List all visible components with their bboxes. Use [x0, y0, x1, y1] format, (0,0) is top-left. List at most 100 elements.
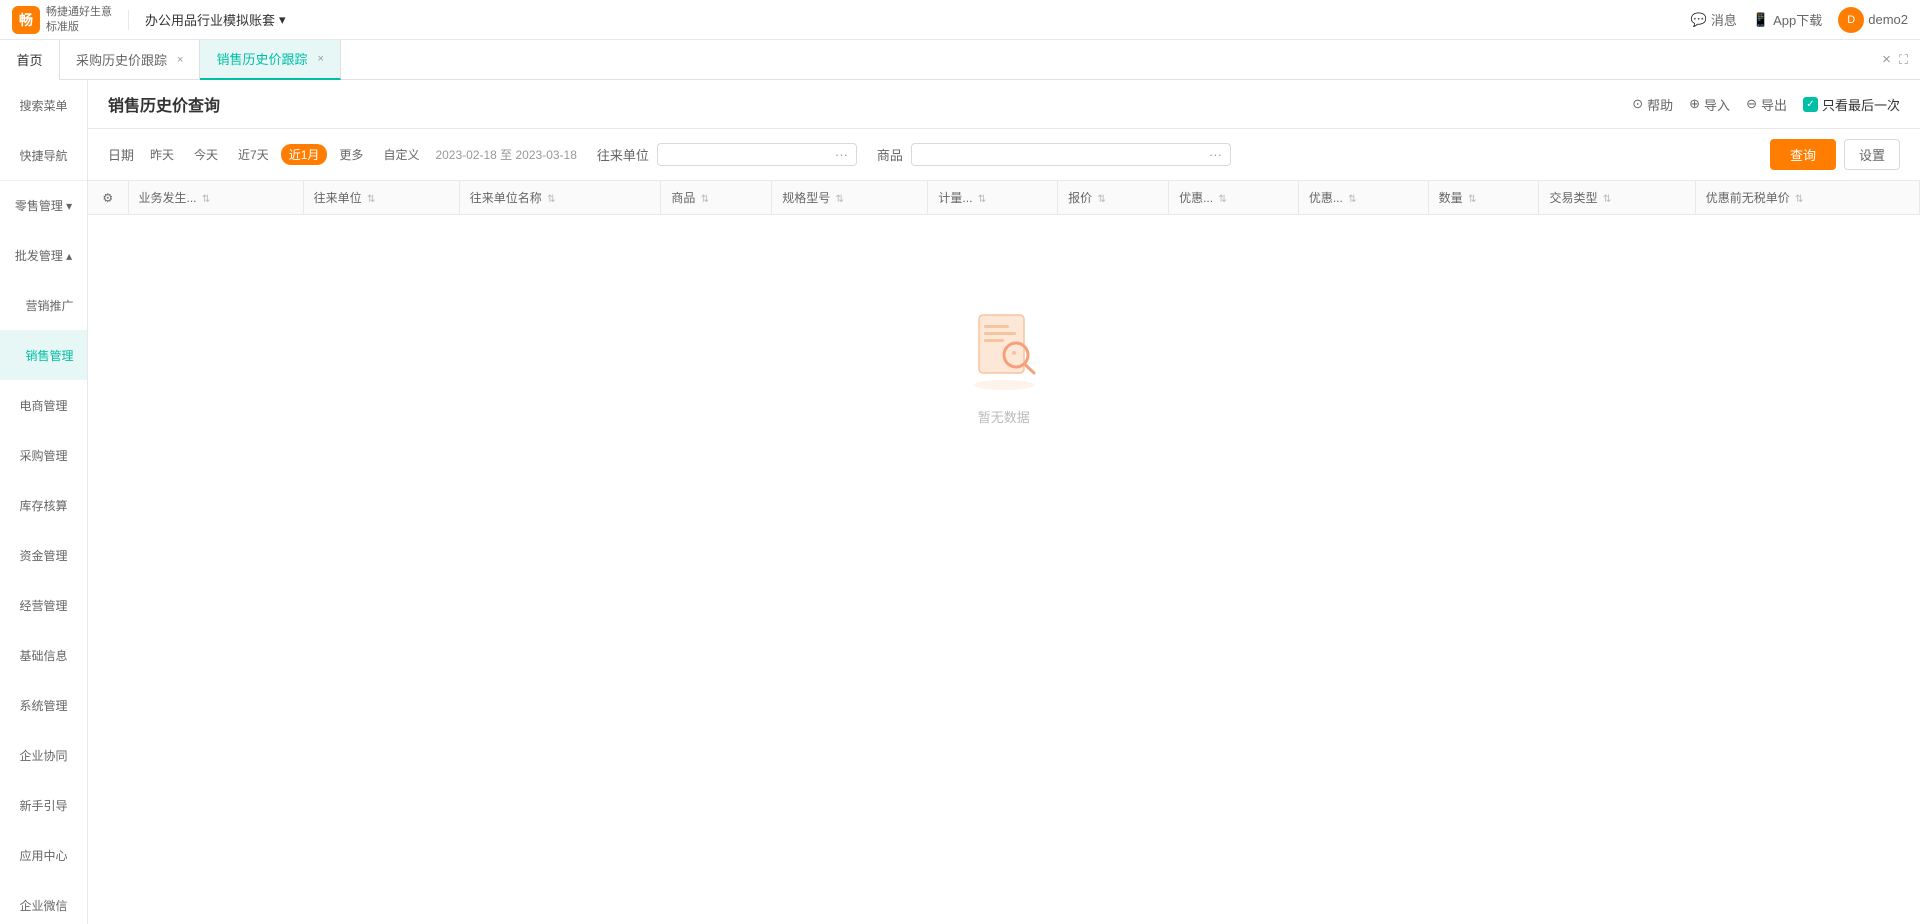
table-container: ⚙ 业务发生... ⇅ 往来单位 ⇅ 往来单位名称 ⇅ 商品 ⇅ [88, 181, 1920, 924]
col-spec[interactable]: 规格型号 ⇅ [772, 181, 928, 215]
sidebar-item-finance-mgmt[interactable]: 资金管理 [0, 530, 87, 580]
goods-input[interactable]: ··· [911, 143, 1231, 166]
date-buttons: 昨天 今天 近7天 近1月 更多 自定义 [142, 144, 427, 165]
goods-label: 商品 [877, 145, 903, 164]
sidebar-item-marketing[interactable]: 营销推广 [0, 280, 87, 330]
content-area: 销售历史价查询 ⊙ 帮助 ⊕ 导入 ⊖ 导出 ✓ [88, 80, 1920, 924]
sidebar-item-app-center[interactable]: 应用中心 [0, 830, 87, 880]
date-btn-yesterday[interactable]: 昨天 [142, 144, 182, 165]
sort-icon-discount2: ⇅ [1348, 194, 1356, 205]
col-discount1[interactable]: 优惠... ⇅ [1169, 181, 1299, 215]
col-partner-code[interactable]: 往来单位 ⇅ [303, 181, 459, 215]
col-discount2[interactable]: 优惠... ⇅ [1298, 181, 1428, 215]
help-icon: ⊙ [1632, 96, 1643, 112]
empty-state-illustration [954, 295, 1054, 395]
col-quantity[interactable]: 数量 ⇅ [1428, 181, 1539, 215]
date-btn-today[interactable]: 今天 [186, 144, 226, 165]
page-title: 销售历史价查询 [108, 92, 220, 128]
window-controls: × ⛶ [1882, 51, 1920, 68]
sidebar-item-purchase-mgmt[interactable]: 采购管理 [0, 430, 87, 480]
col-business-date[interactable]: 业务发生... ⇅ [128, 181, 303, 215]
tab-home[interactable]: 首页 [0, 40, 60, 80]
goods-filter-group: 商品 ··· [877, 143, 1231, 166]
filter-row: 日期 昨天 今天 近7天 近1月 更多 自定义 2023-02-18 至 202… [88, 129, 1920, 181]
sort-icon-trade-type: ⇅ [1603, 194, 1611, 205]
export-button[interactable]: ⊖ 导出 [1746, 95, 1787, 114]
help-button[interactable]: ⊙ 帮助 [1632, 95, 1673, 114]
date-btn-1month[interactable]: 近1月 [281, 144, 328, 165]
sidebar-item-inventory-check[interactable]: 库存核算 [0, 480, 87, 530]
sidebar-item-wholesale-mgmt[interactable]: 批发管理 ▴ [0, 230, 87, 280]
main-layout: 搜索菜单 快捷导航 零售管理 ▾ 批发管理 ▴ 营销推广 销售管理 电商管理 采… [0, 80, 1920, 924]
app-title[interactable]: 办公用品行业模拟账套 ▾ [145, 10, 286, 29]
table-body: 暂无数据 [88, 215, 1920, 507]
only-last-checkbox[interactable]: ✓ 只看最后一次 [1803, 95, 1900, 114]
sidebar-item-quick-nav[interactable]: 快捷导航 [0, 130, 87, 180]
sort-icon-partner-code: ⇅ [367, 194, 375, 205]
page-header: 销售历史价查询 ⊙ 帮助 ⊕ 导入 ⊖ 导出 ✓ [88, 80, 1920, 129]
sidebar-item-enterprise-wechat[interactable]: 企业微信 [0, 880, 87, 924]
sidebar-item-sales-mgmt[interactable]: 销售管理 [0, 330, 87, 380]
action-buttons: 查询 设置 [1770, 139, 1900, 170]
goods-input-dots[interactable]: ··· [1209, 147, 1222, 162]
sidebar-item-search-menu[interactable]: 搜索菜单 [0, 80, 87, 130]
close-tab-sales-history[interactable]: × [317, 53, 323, 65]
sort-icon-pre-tax-price: ⇅ [1795, 194, 1803, 205]
table-header: ⚙ 业务发生... ⇅ 往来单位 ⇅ 往来单位名称 ⇅ 商品 ⇅ [88, 181, 1920, 215]
col-pre-tax-price[interactable]: 优惠前无税单价 ⇅ [1695, 181, 1919, 215]
sidebar-item-operation-mgmt[interactable]: 经营管理 [0, 580, 87, 630]
app-download-button[interactable]: 📱 App下载 [1753, 10, 1822, 29]
data-table: ⚙ 业务发生... ⇅ 往来单位 ⇅ 往来单位名称 ⇅ 商品 ⇅ [88, 181, 1920, 506]
sort-icon-business-date: ⇅ [202, 194, 210, 205]
col-settings[interactable]: ⚙ [88, 181, 128, 215]
chevron-down-icon: ▾ [279, 12, 286, 28]
date-btn-custom[interactable]: 自定义 [375, 144, 427, 165]
export-icon: ⊖ [1746, 96, 1757, 112]
topbar: 畅 畅捷通好生意 标准版 办公用品行业模拟账套 ▾ 💬 消息 📱 App下载 D… [0, 0, 1920, 40]
query-button[interactable]: 查询 [1770, 139, 1836, 170]
import-icon: ⊕ [1689, 96, 1700, 112]
partner-label: 往来单位 [597, 145, 649, 164]
import-button[interactable]: ⊕ 导入 [1689, 95, 1730, 114]
topbar-left: 畅 畅捷通好生意 标准版 办公用品行业模拟账套 ▾ [12, 5, 286, 34]
col-quote-price[interactable]: 报价 ⇅ [1058, 181, 1169, 215]
avatar: D [1838, 7, 1864, 33]
sidebar-item-new-guide[interactable]: 新手引导 [0, 780, 87, 830]
sort-icon-quote-price: ⇅ [1098, 194, 1106, 205]
message-icon: 💬 [1691, 12, 1707, 28]
logo-text: 畅捷通好生意 标准版 [46, 5, 112, 34]
col-partner-name[interactable]: 往来单位名称 ⇅ [459, 181, 661, 215]
date-btn-more[interactable]: 更多 [331, 144, 371, 165]
logo-area: 畅 畅捷通好生意 标准版 [12, 5, 112, 34]
tab-purchase-history[interactable]: 采购历史价跟踪 × [60, 40, 200, 80]
tab-sales-history[interactable]: 销售历史价跟踪 × [200, 40, 340, 80]
sidebar-item-enterprise-collab[interactable]: 企业协同 [0, 730, 87, 780]
sidebar-item-basic-info[interactable]: 基础信息 [0, 630, 87, 680]
sidebar-item-system-mgmt[interactable]: 系统管理 [0, 680, 87, 730]
checkbox-icon: ✓ [1803, 97, 1818, 112]
date-filter-group: 日期 昨天 今天 近7天 近1月 更多 自定义 2023-02-18 至 202… [108, 144, 577, 165]
partner-input[interactable]: ··· [657, 143, 857, 166]
empty-state: 暂无数据 [88, 215, 1920, 506]
logo-icon: 畅 [12, 6, 40, 34]
sort-icon-spec: ⇅ [836, 194, 844, 205]
settings-button[interactable]: 设置 [1844, 139, 1900, 170]
date-btn-7days[interactable]: 近7天 [230, 144, 277, 165]
sort-icon-unit: ⇅ [978, 194, 986, 205]
col-trade-type[interactable]: 交易类型 ⇅ [1539, 181, 1695, 215]
sidebar-item-ecommerce-mgmt[interactable]: 电商管理 [0, 380, 87, 430]
maximize-window-icon[interactable]: ⛶ [1899, 52, 1908, 68]
sidebar-item-retail-mgmt[interactable]: 零售管理 ▾ [0, 180, 87, 230]
close-tab-purchase-history[interactable]: × [177, 54, 183, 66]
message-button[interactable]: 💬 消息 [1691, 10, 1737, 29]
sidebar: 搜索菜单 快捷导航 零售管理 ▾ 批发管理 ▴ 营销推广 销售管理 电商管理 采… [0, 80, 88, 924]
empty-text: 暂无数据 [978, 407, 1030, 426]
partner-input-dots[interactable]: ··· [835, 147, 848, 162]
close-window-icon[interactable]: × [1882, 51, 1891, 68]
col-goods[interactable]: 商品 ⇅ [661, 181, 772, 215]
sort-icon-quantity: ⇅ [1468, 194, 1476, 205]
user-menu[interactable]: D demo2 [1838, 7, 1908, 33]
sort-icon-partner-name: ⇅ [547, 194, 555, 205]
col-unit[interactable]: 计量... ⇅ [928, 181, 1058, 215]
date-label: 日期 [108, 145, 134, 164]
